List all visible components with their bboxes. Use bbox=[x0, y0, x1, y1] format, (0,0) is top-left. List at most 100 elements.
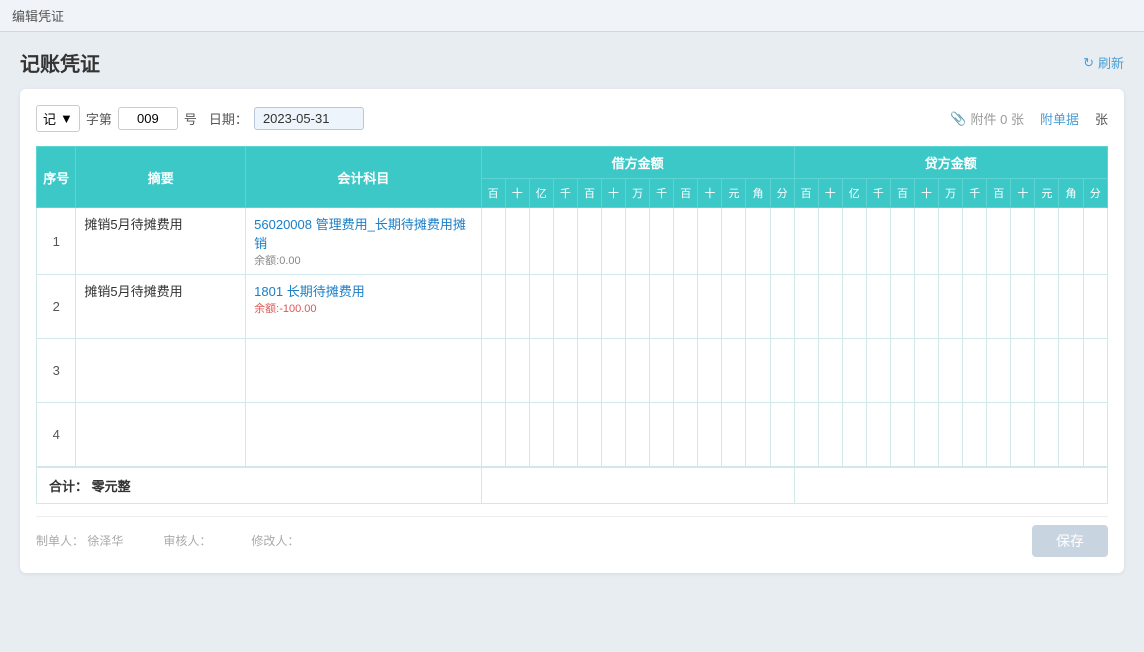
debit-digit-cell[interactable] bbox=[505, 339, 529, 403]
debit-digit-cell[interactable] bbox=[577, 208, 601, 275]
attach-single-button[interactable]: 附单据 bbox=[1040, 109, 1079, 128]
debit-digit-cell[interactable] bbox=[674, 339, 698, 403]
credit-digit-cell[interactable] bbox=[1035, 208, 1059, 275]
credit-digit-cell[interactable] bbox=[890, 339, 914, 403]
credit-digit-cell[interactable] bbox=[987, 403, 1011, 467]
debit-digit-cell[interactable] bbox=[481, 208, 505, 275]
credit-digit-cell[interactable] bbox=[1059, 275, 1083, 339]
debit-digit-cell[interactable] bbox=[481, 275, 505, 339]
credit-digit-cell[interactable] bbox=[818, 208, 842, 275]
debit-digit-cell[interactable] bbox=[674, 208, 698, 275]
table-row[interactable]: 3 bbox=[37, 339, 1108, 403]
debit-digit-cell[interactable] bbox=[770, 208, 794, 275]
debit-digit-cell[interactable] bbox=[626, 403, 650, 467]
credit-digit-cell[interactable] bbox=[915, 339, 939, 403]
debit-digit-cell[interactable] bbox=[626, 275, 650, 339]
date-input[interactable] bbox=[254, 107, 364, 130]
debit-digit-cell[interactable] bbox=[601, 403, 625, 467]
row-account[interactable] bbox=[246, 403, 481, 467]
debit-digit-cell[interactable] bbox=[698, 208, 722, 275]
debit-digit-cell[interactable] bbox=[553, 403, 577, 467]
debit-digit-cell[interactable] bbox=[505, 208, 529, 275]
debit-digit-cell[interactable] bbox=[601, 208, 625, 275]
ji-select[interactable]: 记 ▼ bbox=[36, 105, 80, 132]
credit-digit-cell[interactable] bbox=[939, 208, 963, 275]
credit-digit-cell[interactable] bbox=[1035, 275, 1059, 339]
credit-digit-cell[interactable] bbox=[818, 403, 842, 467]
debit-digit-cell[interactable] bbox=[698, 403, 722, 467]
debit-digit-cell[interactable] bbox=[650, 275, 674, 339]
credit-digit-cell[interactable] bbox=[866, 339, 890, 403]
debit-digit-cell[interactable] bbox=[770, 403, 794, 467]
debit-digit-cell[interactable] bbox=[577, 275, 601, 339]
debit-digit-cell[interactable] bbox=[722, 339, 746, 403]
debit-digit-cell[interactable] bbox=[626, 339, 650, 403]
debit-digit-cell[interactable] bbox=[698, 339, 722, 403]
credit-digit-cell[interactable] bbox=[939, 403, 963, 467]
debit-digit-cell[interactable] bbox=[577, 339, 601, 403]
credit-digit-cell[interactable] bbox=[842, 339, 866, 403]
table-row[interactable]: 4 bbox=[37, 403, 1108, 467]
row-summary[interactable]: 摊销5月待摊费用 bbox=[76, 275, 246, 339]
credit-digit-cell[interactable] bbox=[1059, 208, 1083, 275]
credit-digit-cell[interactable] bbox=[818, 275, 842, 339]
debit-digit-cell[interactable] bbox=[529, 208, 553, 275]
row-account[interactable] bbox=[246, 339, 481, 403]
credit-digit-cell[interactable] bbox=[987, 208, 1011, 275]
credit-digit-cell[interactable] bbox=[915, 208, 939, 275]
credit-digit-cell[interactable] bbox=[963, 275, 987, 339]
credit-digit-cell[interactable] bbox=[1083, 339, 1107, 403]
debit-digit-cell[interactable] bbox=[505, 275, 529, 339]
credit-digit-cell[interactable] bbox=[842, 208, 866, 275]
credit-digit-cell[interactable] bbox=[987, 339, 1011, 403]
debit-digit-cell[interactable] bbox=[746, 208, 770, 275]
row-account[interactable]: 56020008 管理费用_长期待摊费用摊销余额:0.00 bbox=[246, 208, 481, 275]
credit-digit-cell[interactable] bbox=[1059, 339, 1083, 403]
credit-digit-cell[interactable] bbox=[794, 275, 818, 339]
credit-digit-cell[interactable] bbox=[842, 403, 866, 467]
credit-digit-cell[interactable] bbox=[963, 403, 987, 467]
table-row[interactable]: 1摊销5月待摊费用56020008 管理费用_长期待摊费用摊销余额:0.00 bbox=[37, 208, 1108, 275]
credit-digit-cell[interactable] bbox=[915, 403, 939, 467]
debit-digit-cell[interactable] bbox=[650, 403, 674, 467]
credit-digit-cell[interactable] bbox=[842, 275, 866, 339]
credit-digit-cell[interactable] bbox=[866, 403, 890, 467]
credit-digit-cell[interactable] bbox=[963, 339, 987, 403]
refresh-button[interactable]: ↻ 刷新 bbox=[1083, 53, 1124, 72]
debit-digit-cell[interactable] bbox=[553, 339, 577, 403]
debit-digit-cell[interactable] bbox=[698, 275, 722, 339]
credit-digit-cell[interactable] bbox=[794, 403, 818, 467]
row-summary[interactable]: 摊销5月待摊费用 bbox=[76, 208, 246, 275]
credit-digit-cell[interactable] bbox=[939, 275, 963, 339]
debit-digit-cell[interactable] bbox=[746, 403, 770, 467]
zi-input[interactable] bbox=[118, 107, 178, 130]
debit-digit-cell[interactable] bbox=[674, 403, 698, 467]
debit-digit-cell[interactable] bbox=[505, 403, 529, 467]
debit-digit-cell[interactable] bbox=[722, 403, 746, 467]
credit-digit-cell[interactable] bbox=[1035, 403, 1059, 467]
debit-digit-cell[interactable] bbox=[674, 275, 698, 339]
debit-digit-cell[interactable] bbox=[601, 275, 625, 339]
debit-digit-cell[interactable] bbox=[601, 339, 625, 403]
credit-digit-cell[interactable] bbox=[890, 275, 914, 339]
credit-digit-cell[interactable] bbox=[866, 275, 890, 339]
debit-digit-cell[interactable] bbox=[529, 275, 553, 339]
credit-digit-cell[interactable] bbox=[1083, 208, 1107, 275]
credit-digit-cell[interactable] bbox=[890, 403, 914, 467]
credit-digit-cell[interactable] bbox=[939, 339, 963, 403]
debit-digit-cell[interactable] bbox=[553, 208, 577, 275]
credit-digit-cell[interactable] bbox=[794, 339, 818, 403]
credit-digit-cell[interactable] bbox=[866, 208, 890, 275]
credit-digit-cell[interactable] bbox=[915, 275, 939, 339]
table-row[interactable]: 2摊销5月待摊费用1801 长期待摊费用余额:-100.00 bbox=[37, 275, 1108, 339]
row-account[interactable]: 1801 长期待摊费用余额:-100.00 bbox=[246, 275, 481, 339]
debit-digit-cell[interactable] bbox=[529, 403, 553, 467]
credit-digit-cell[interactable] bbox=[890, 208, 914, 275]
credit-digit-cell[interactable] bbox=[1011, 275, 1035, 339]
credit-digit-cell[interactable] bbox=[1011, 403, 1035, 467]
debit-digit-cell[interactable] bbox=[650, 339, 674, 403]
debit-digit-cell[interactable] bbox=[770, 339, 794, 403]
debit-digit-cell[interactable] bbox=[770, 275, 794, 339]
debit-digit-cell[interactable] bbox=[650, 208, 674, 275]
credit-digit-cell[interactable] bbox=[1011, 208, 1035, 275]
